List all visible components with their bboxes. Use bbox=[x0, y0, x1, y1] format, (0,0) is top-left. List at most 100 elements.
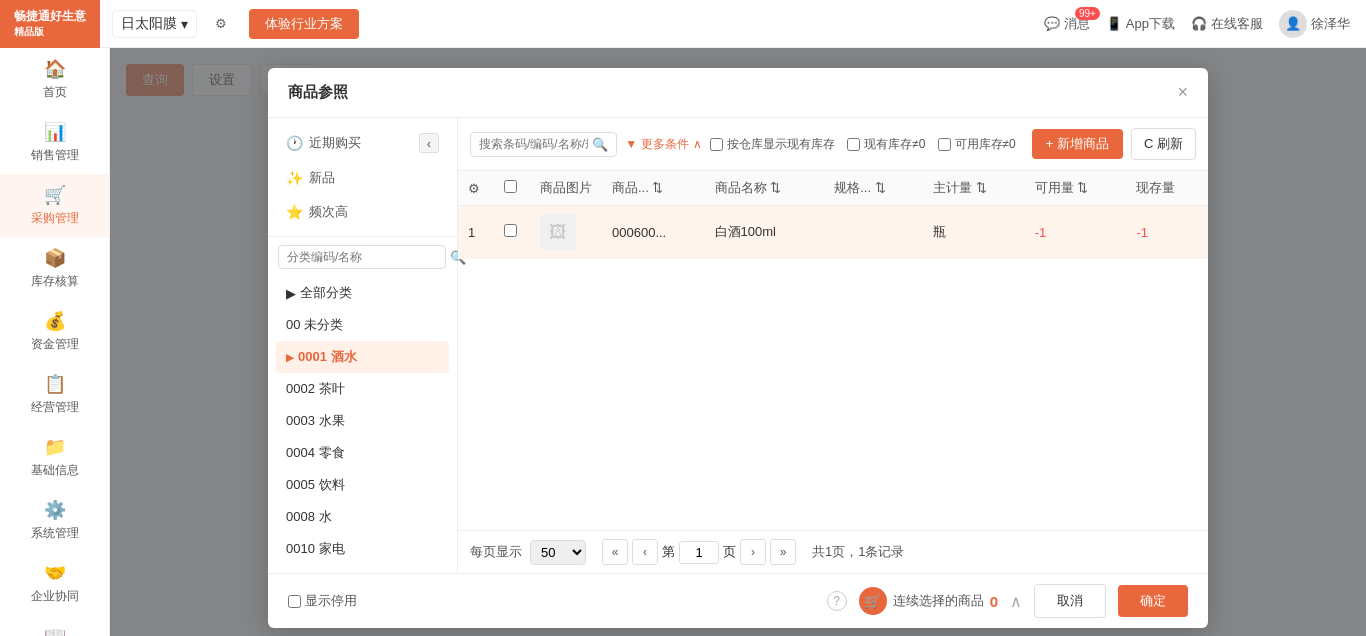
page-input[interactable] bbox=[679, 541, 719, 564]
sidebar-item-label: 经营管理 bbox=[31, 399, 79, 416]
first-page-btn[interactable]: « bbox=[602, 539, 628, 565]
tab-label: 频次高 bbox=[309, 203, 348, 221]
th-unit[interactable]: 主计量 ⇅ bbox=[923, 171, 1025, 206]
online-service-btn[interactable]: 🎧 在线客服 bbox=[1191, 15, 1263, 33]
td-name: 白酒100ml bbox=[705, 206, 825, 259]
cancel-btn[interactable]: 取消 bbox=[1034, 584, 1106, 618]
sidebar-item-enterprise[interactable]: 🤝 企业协同 bbox=[0, 552, 109, 615]
collapse-btn[interactable]: ‹ bbox=[419, 133, 439, 153]
content-area: 查询 设置 刷新 商品参照 × 🕐 bbox=[110, 48, 1366, 636]
settings-icon[interactable]: ⚙ bbox=[205, 8, 237, 40]
sidebar-item-finance[interactable]: 💰 资金管理 bbox=[0, 300, 109, 363]
td-num: 1 bbox=[458, 206, 494, 259]
cat-item-appliance[interactable]: 0010 家电 bbox=[276, 533, 449, 565]
product-search-box[interactable]: 🔍 bbox=[470, 132, 617, 157]
filter-label: 更多条件 bbox=[641, 136, 689, 153]
modal-close-btn[interactable]: × bbox=[1177, 82, 1188, 103]
modal-overlay: 商品参照 × 🕐 近期购买 ‹ bbox=[110, 48, 1366, 636]
th-settings[interactable]: ⚙ bbox=[458, 171, 494, 206]
prev-page-btn[interactable]: ‹ bbox=[632, 539, 658, 565]
headset-icon: 🎧 bbox=[1191, 16, 1207, 31]
cat-label: 0004 零食 bbox=[286, 444, 345, 462]
product-search-input[interactable] bbox=[479, 137, 588, 151]
more-filter-btn[interactable]: ▼ 更多条件 ∧ bbox=[625, 136, 702, 153]
refresh-btn[interactable]: C 刷新 bbox=[1131, 128, 1196, 160]
td-spec bbox=[824, 206, 923, 259]
filter-checkboxes: 按仓库显示现有库存 现有库存≠0 可用库存≠0 bbox=[710, 136, 1016, 153]
tab-recent-purchase[interactable]: 🕐 近期购买 ‹ bbox=[276, 126, 449, 160]
next-page-btn[interactable]: › bbox=[740, 539, 766, 565]
sidebar-item-basics[interactable]: 📁 基础信息 bbox=[0, 426, 109, 489]
confirm-btn[interactable]: 确定 bbox=[1118, 585, 1188, 617]
cat-item-tea[interactable]: 0002 茶叶 bbox=[276, 373, 449, 405]
new-icon: ✨ bbox=[286, 170, 303, 186]
cat-label: 0005 饮料 bbox=[286, 476, 345, 494]
sidebar-item-operations[interactable]: 📋 经营管理 bbox=[0, 363, 109, 426]
cart-count: 0 bbox=[990, 593, 998, 610]
page-label: 第 bbox=[662, 543, 675, 561]
tab-frequent[interactable]: ⭐ 频次高 bbox=[276, 196, 449, 228]
show-disabled-checkbox-wrap[interactable]: 显示停用 bbox=[288, 592, 357, 610]
sidebar-item-inventory[interactable]: 📦 库存核算 bbox=[0, 237, 109, 300]
sidebar-item-home[interactable]: 🏠 首页 bbox=[0, 48, 109, 111]
show-disabled-checkbox[interactable] bbox=[288, 595, 301, 608]
sidebar-item-label: 企业协同 bbox=[31, 588, 79, 605]
messages-btn[interactable]: 💬 消息 99+ bbox=[1044, 15, 1090, 33]
select-all-checkbox[interactable] bbox=[504, 180, 517, 193]
th-product-code[interactable]: 商品... ⇅ bbox=[602, 171, 705, 206]
sidebar-item-system[interactable]: ⚙️ 系统管理 bbox=[0, 489, 109, 552]
last-page-btn[interactable]: » bbox=[770, 539, 796, 565]
sales-icon: 📊 bbox=[44, 121, 66, 143]
checkbox-available-stock[interactable]: 可用库存≠0 bbox=[938, 136, 1016, 153]
sidebar-item-purchase[interactable]: 🛒 采购管理 bbox=[0, 174, 109, 237]
th-spec[interactable]: 规格... ⇅ bbox=[824, 171, 923, 206]
product-table: ⚙ 商品图片 商品... ⇅ bbox=[458, 171, 1208, 259]
th-product-name[interactable]: 商品名称 ⇅ bbox=[705, 171, 825, 206]
product-image: 🖼 bbox=[540, 214, 576, 250]
row-checkbox[interactable] bbox=[504, 224, 517, 237]
table-row[interactable]: 1 🖼 000600... 白酒100ml 瓶 bbox=[458, 206, 1208, 259]
sidebar-item-label: 基础信息 bbox=[31, 462, 79, 479]
basics-icon: 📁 bbox=[44, 436, 66, 458]
experience-btn[interactable]: 体验行业方案 bbox=[249, 9, 359, 39]
checkbox-current-stock[interactable]: 现有库存≠0 bbox=[847, 136, 925, 153]
cat-item-beverage[interactable]: 0005 饮料 bbox=[276, 469, 449, 501]
warehouse-stock-checkbox[interactable] bbox=[710, 138, 723, 151]
modal-toolbar: 🔍 ▼ 更多条件 ∧ 按仓库显示现有库存 bbox=[458, 118, 1208, 171]
sidebar-item-sales[interactable]: 📊 销售管理 bbox=[0, 111, 109, 174]
page-suffix: 页 bbox=[723, 543, 736, 561]
add-product-btn[interactable]: + 新增商品 bbox=[1032, 129, 1123, 159]
branch-selector[interactable]: 日太阳膜 ▾ bbox=[112, 10, 197, 38]
cat-item-uncategorized[interactable]: 00 未分类 bbox=[276, 309, 449, 341]
cat-item-water[interactable]: 0008 水 bbox=[276, 501, 449, 533]
current-stock-checkbox[interactable] bbox=[847, 138, 860, 151]
search-icon[interactable]: 🔍 bbox=[592, 137, 608, 152]
pagination: 每页显示 50 10 20 100 « ‹ 第 bbox=[458, 530, 1208, 573]
th-available[interactable]: 可用量 ⇅ bbox=[1025, 171, 1127, 206]
help-icon[interactable]: ? bbox=[827, 591, 847, 611]
cat-label: 0002 茶叶 bbox=[286, 380, 345, 398]
available-stock-checkbox[interactable] bbox=[938, 138, 951, 151]
chevron-down-icon: ▾ bbox=[181, 16, 188, 32]
system-icon: ⚙️ bbox=[44, 499, 66, 521]
sort-icon: ⇅ bbox=[652, 180, 663, 195]
cat-label: 0010 家电 bbox=[286, 540, 345, 558]
th-product-image: 商品图片 bbox=[530, 171, 602, 206]
cat-item-all[interactable]: ▶ 全部分类 bbox=[276, 277, 449, 309]
tab-new-products[interactable]: ✨ 新品 bbox=[276, 162, 449, 194]
page-size-select[interactable]: 50 10 20 100 bbox=[530, 540, 586, 565]
cat-item-liquor[interactable]: ▶ 0001 酒水 bbox=[276, 341, 449, 373]
logo-text: 畅捷通好生意 bbox=[14, 8, 86, 25]
app-download-btn[interactable]: 📱 App下载 bbox=[1106, 15, 1175, 33]
cat-item-snack[interactable]: 0004 零食 bbox=[276, 437, 449, 469]
user-menu[interactable]: 👤 徐泽华 bbox=[1279, 10, 1350, 38]
checkbox-warehouse-stock[interactable]: 按仓库显示现有库存 bbox=[710, 136, 835, 153]
modal-footer: 显示停用 ? 🛒 连续选择的商品 0 ∧ 取消 确定 bbox=[268, 573, 1208, 628]
cat-item-fruit[interactable]: 0003 水果 bbox=[276, 405, 449, 437]
cat-label: 0003 水果 bbox=[286, 412, 345, 430]
sidebar-item-guide[interactable]: 📖 新手引导 bbox=[0, 615, 109, 636]
footer-collapse-btn[interactable]: ∧ bbox=[1010, 592, 1022, 611]
td-checkbox[interactable] bbox=[494, 206, 530, 259]
category-search-input[interactable] bbox=[278, 245, 446, 269]
guide-icon: 📖 bbox=[44, 625, 66, 636]
